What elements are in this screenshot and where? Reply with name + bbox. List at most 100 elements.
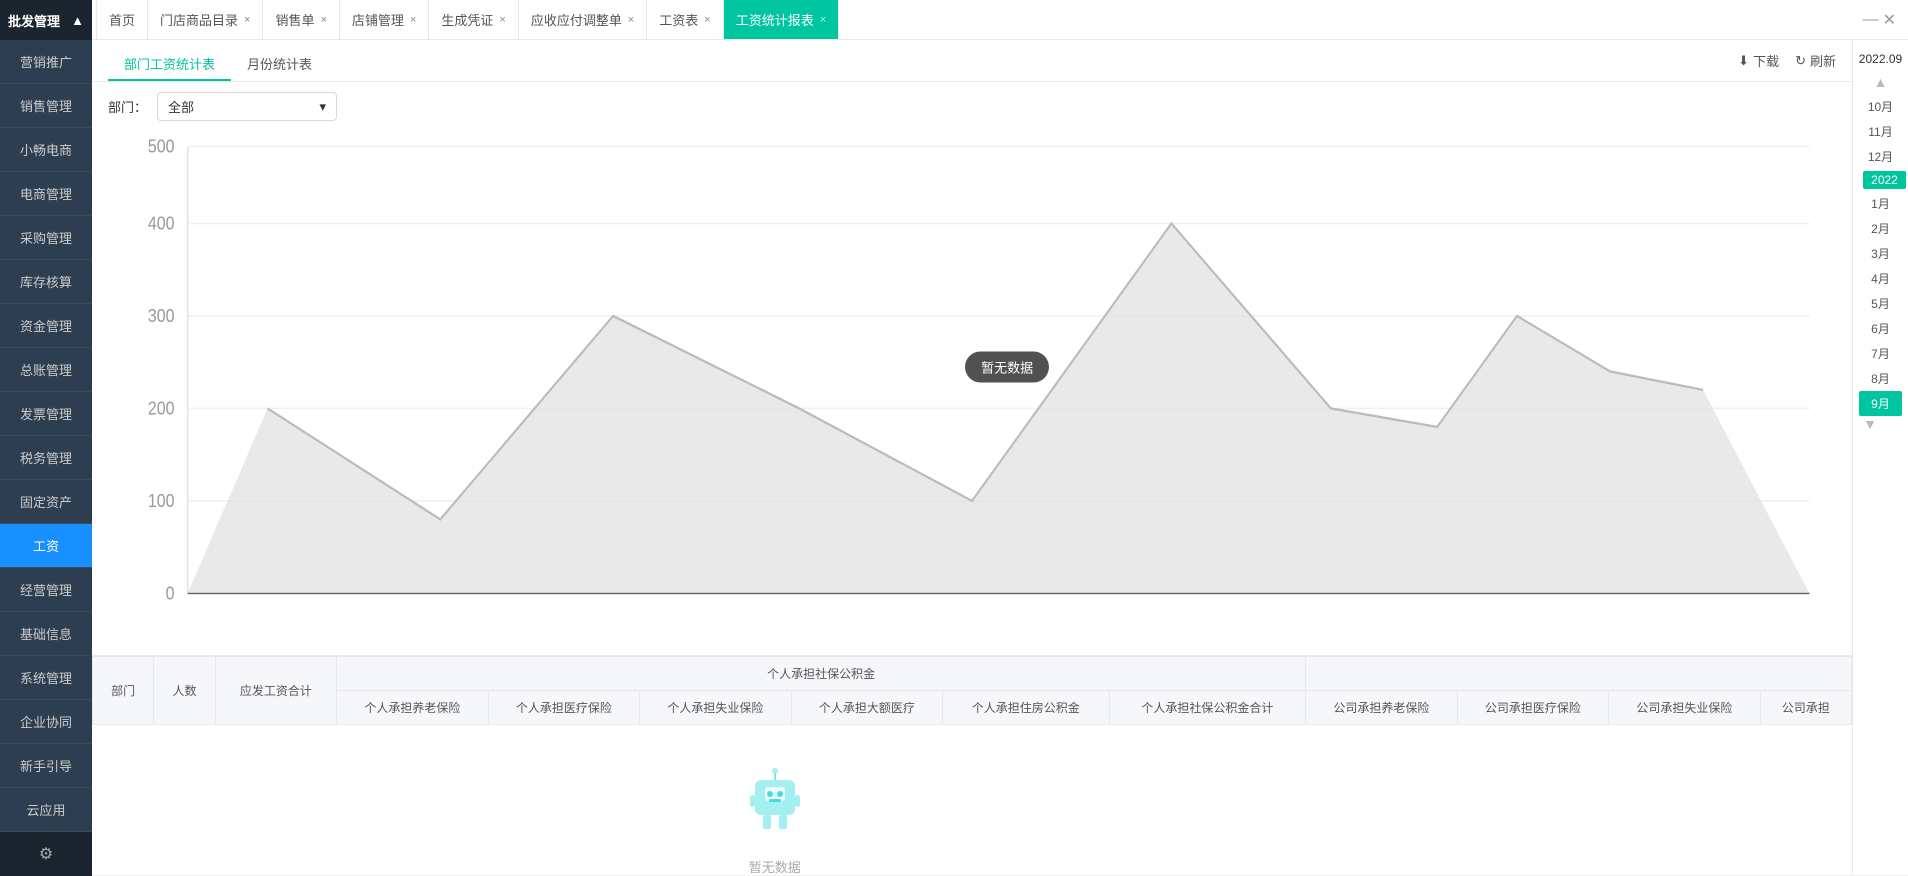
sidebar-item-销售管理[interactable]: 销售管理	[0, 84, 92, 128]
tab-首页[interactable]: 首页	[96, 0, 148, 40]
tab-应收应付调整单[interactable]: 应收应付调整单×	[519, 0, 647, 40]
tab-生成凭证[interactable]: 生成凭证×	[429, 0, 518, 40]
tab-close-icon[interactable]: ×	[320, 14, 326, 26]
sub-tabs-left: 部门工资统计表 月份统计表	[108, 48, 328, 81]
chevron-down-icon: ▾	[319, 99, 326, 115]
timeline-up-icon[interactable]: ▲	[1870, 70, 1892, 94]
window-close-group: — ✕	[1855, 10, 1904, 30]
sidebar-item-资金管理[interactable]: 资金管理	[0, 304, 92, 348]
col-company-medical: 公司承担医疗保险	[1457, 691, 1608, 725]
timeline-panel: 2022.09 ▲ 10月11月12月20221月2月3月4月5月6月7月8月9…	[1852, 40, 1908, 875]
timeline-current-year[interactable]: 2022	[1863, 171, 1906, 189]
stats-table: 部门 人数 应发工资合计 个人承担社保公积金 个人承担养老保险 个人承担医疗保险…	[92, 656, 1852, 875]
timeline-month-6月[interactable]: 6月	[1859, 316, 1902, 341]
svg-text:300: 300	[148, 305, 175, 326]
svg-text:100: 100	[148, 490, 175, 511]
tab-close-icon[interactable]: ×	[244, 14, 250, 26]
department-select[interactable]: 全部 ▾	[157, 92, 337, 121]
timeline-month-3月[interactable]: 3月	[1859, 241, 1902, 266]
close-window-icon[interactable]: ✕	[1883, 10, 1896, 30]
sub-tabs-bar: 部门工资统计表 月份统计表 ⬇ 下载 ↻ 刷新	[92, 40, 1852, 82]
col-group-personal: 个人承担社保公积金	[337, 657, 1306, 691]
content-area: 部门工资统计表 月份统计表 ⬇ 下载 ↻ 刷新	[92, 40, 1908, 875]
timeline-month-12月[interactable]: 12月	[1859, 144, 1902, 169]
tab-close-icon[interactable]: ×	[820, 14, 826, 26]
empty-state: 暂无数据	[93, 725, 1458, 875]
sidebar-header[interactable]: 批发管理 ▲	[0, 0, 92, 40]
col-personal-medical: 个人承担医疗保险	[488, 691, 639, 725]
page-content: 部门工资统计表 月份统计表 ⬇ 下载 ↻ 刷新	[92, 40, 1852, 875]
tab-close-icon[interactable]: ×	[704, 14, 710, 26]
sidebar-item-小畅电商[interactable]: 小畅电商	[0, 128, 92, 172]
minimize-icon[interactable]: —	[1863, 11, 1879, 29]
download-button[interactable]: ⬇ 下载	[1738, 51, 1779, 70]
filter-row: 部门： 全部 ▾	[92, 82, 1852, 131]
main-area: 首页门店商品目录×销售单×店铺管理×生成凭证×应收应付调整单×工资表×工资统计报…	[92, 0, 1908, 875]
tab-close-icon[interactable]: ×	[410, 14, 416, 26]
col-company-unemployment: 公司承担失业保险	[1609, 691, 1760, 725]
sidebar-item-新手引导[interactable]: 新手引导	[0, 744, 92, 788]
sidebar-item-税务管理[interactable]: 税务管理	[0, 436, 92, 480]
svg-text:400: 400	[148, 213, 175, 234]
timeline-year-label: 2022.09	[1859, 48, 1902, 70]
tab-店铺管理[interactable]: 店铺管理×	[340, 0, 429, 40]
table-section: 部门 人数 应发工资合计 个人承担社保公积金 个人承担养老保险 个人承担医疗保险…	[92, 655, 1852, 875]
tabs-bar: 首页门店商品目录×销售单×店铺管理×生成凭证×应收应付调整单×工资表×工资统计报…	[92, 0, 1908, 40]
sidebar-title: 批发管理	[8, 11, 60, 30]
timeline-month-1月[interactable]: 1月	[1859, 191, 1902, 216]
col-personal-pension: 个人承担养老保险	[337, 691, 488, 725]
tab-close-icon[interactable]: ×	[628, 14, 634, 26]
col-personal-total: 个人承担社保公积金合计	[1109, 691, 1306, 725]
col-headcount: 人数	[154, 657, 215, 725]
tab-close-icon[interactable]: ×	[499, 14, 505, 26]
chart-area: 0 100 200 300 400 500 暂无数据	[92, 131, 1852, 655]
tab-工资表[interactable]: 工资表×	[647, 0, 723, 40]
timeline-month-8月[interactable]: 8月	[1859, 366, 1902, 391]
sidebar-item-总账管理[interactable]: 总账管理	[0, 348, 92, 392]
timeline-month-7月[interactable]: 7月	[1859, 341, 1902, 366]
tab-门店商品目录[interactable]: 门店商品目录×	[148, 0, 263, 40]
settings-button[interactable]: ⚙	[0, 832, 92, 876]
col-company-other: 公司承担	[1760, 691, 1851, 725]
col-group-company	[1306, 657, 1852, 691]
svg-text:0: 0	[166, 582, 175, 603]
sidebar-item-经营管理[interactable]: 经营管理	[0, 568, 92, 612]
refresh-button[interactable]: ↻ 刷新	[1795, 51, 1836, 70]
sidebar: 批发管理 ▲ 营销推广销售管理小畅电商电商管理采购管理库存核算资金管理总账管理发…	[0, 0, 92, 875]
tab-department-stats[interactable]: 部门工资统计表	[108, 48, 231, 81]
sidebar-item-库存核算[interactable]: 库存核算	[0, 260, 92, 304]
download-icon: ⬇	[1738, 53, 1749, 69]
sidebar-item-基础信息[interactable]: 基础信息	[0, 612, 92, 656]
tab-销售单[interactable]: 销售单×	[263, 0, 339, 40]
filter-label: 部门：	[108, 97, 147, 116]
sidebar-item-云应用[interactable]: 云应用	[0, 788, 92, 832]
timeline-month-5月[interactable]: 5月	[1859, 291, 1902, 316]
col-company-pension: 公司承担养老保险	[1306, 691, 1457, 725]
sidebar-item-营销推广[interactable]: 营销推广	[0, 40, 92, 84]
line-chart: 0 100 200 300 400 500	[108, 131, 1836, 655]
tabs-container: 首页门店商品目录×销售单×店铺管理×生成凭证×应收应付调整单×工资表×工资统计报…	[96, 0, 1855, 40]
tab-工资统计报表[interactable]: 工资统计报表×	[724, 0, 839, 40]
col-personal-unemployment: 个人承担失业保险	[640, 691, 791, 725]
sub-tabs-right: ⬇ 下载 ↻ 刷新	[1738, 51, 1836, 78]
empty-icon	[735, 765, 815, 845]
col-personal-housing: 个人承担住房公积金	[943, 691, 1110, 725]
gear-icon: ⚙	[39, 846, 53, 863]
sidebar-toggle-icon: ▲	[71, 13, 84, 28]
sidebar-item-工资[interactable]: 工资	[0, 524, 92, 568]
timeline-month-11月[interactable]: 11月	[1859, 119, 1902, 144]
sidebar-item-企业协同[interactable]: 企业协同	[0, 700, 92, 744]
timeline-month-10月[interactable]: 10月	[1859, 94, 1902, 119]
sidebar-item-采购管理[interactable]: 采购管理	[0, 216, 92, 260]
sidebar-item-电商管理[interactable]: 电商管理	[0, 172, 92, 216]
sidebar-item-系统管理[interactable]: 系统管理	[0, 656, 92, 700]
col-total-salary: 应发工资合计	[215, 657, 336, 725]
col-department: 部门	[93, 657, 154, 725]
sidebar-item-固定资产[interactable]: 固定资产	[0, 480, 92, 524]
col-personal-major-medical: 个人承担大额医疗	[791, 691, 942, 725]
sidebar-item-发票管理[interactable]: 发票管理	[0, 392, 92, 436]
timeline-down-icon[interactable]: ▼	[1859, 412, 1881, 436]
timeline-month-4月[interactable]: 4月	[1859, 266, 1902, 291]
tab-monthly-stats[interactable]: 月份统计表	[231, 48, 328, 81]
timeline-month-2月[interactable]: 2月	[1859, 216, 1902, 241]
